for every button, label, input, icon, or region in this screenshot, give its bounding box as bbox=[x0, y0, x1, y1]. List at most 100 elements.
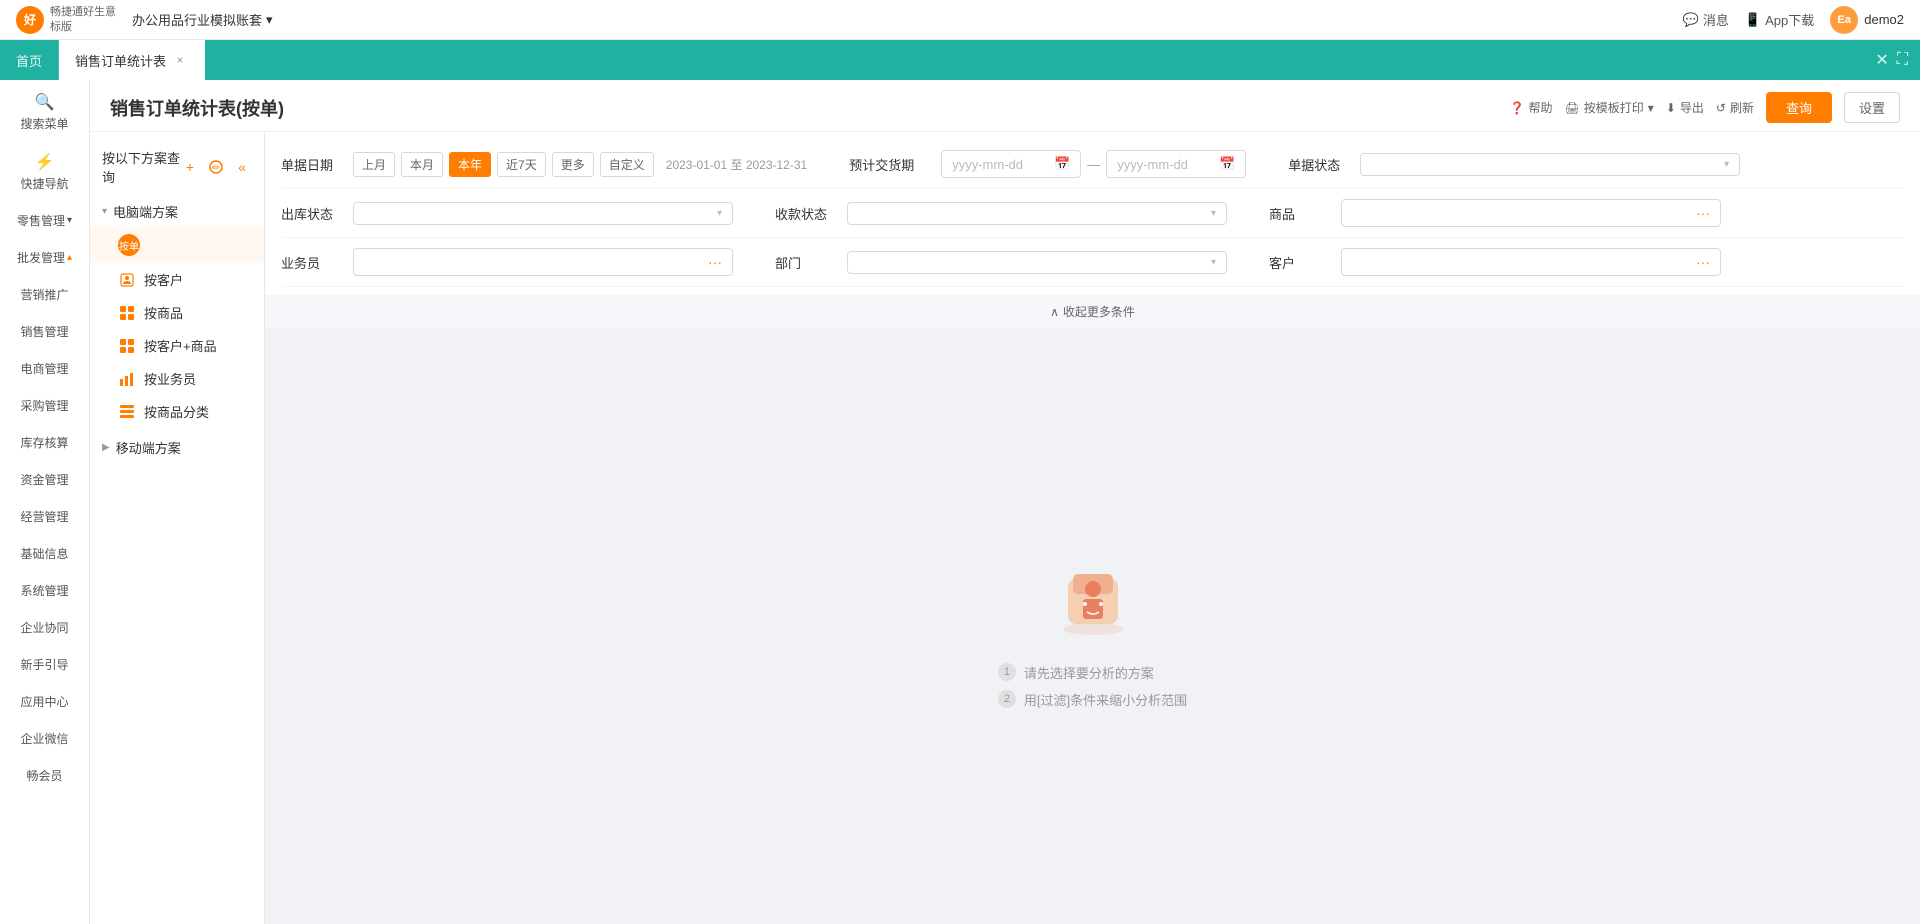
sidebar-item-finance[interactable]: 资金管理 bbox=[0, 459, 89, 496]
delivery-status-select[interactable]: ▾ bbox=[353, 202, 733, 225]
customer-more-icon[interactable]: ··· bbox=[1696, 254, 1710, 270]
date-separator: — bbox=[1087, 157, 1100, 172]
sidebar-item-purchase[interactable]: 采购管理 bbox=[0, 385, 89, 422]
sidebar-item-system[interactable]: 系统管理 bbox=[0, 570, 89, 607]
top-bar: 好 畅捷通好生意 标版 办公用品行业模拟账套 ▾ 💬 消息 📱 App下载 Ea… bbox=[0, 0, 1920, 40]
sidebar-item-appcenter[interactable]: 应用中心 bbox=[0, 681, 89, 718]
query-button[interactable]: 查询 bbox=[1766, 92, 1832, 123]
collapse-icon: ∧ bbox=[1050, 305, 1059, 319]
filter-section: 单据日期 上月 本月 本年 近7天 更多 自定义 2023-01-01 至 20… bbox=[265, 132, 1920, 295]
order-status-select[interactable]: ▾ bbox=[1360, 153, 1740, 176]
add-scheme-icon[interactable]: + bbox=[180, 157, 200, 177]
sidebar-item-operations[interactable]: 经营管理 bbox=[0, 496, 89, 533]
arrow-up-icon: ▴ bbox=[67, 252, 72, 263]
help-button[interactable]: ❓ 帮助 bbox=[1510, 99, 1553, 116]
desktop-schemes-group: ▾ 电脑端方案 按单 按客户 bbox=[90, 196, 264, 428]
sidebar-item-marketing[interactable]: 营销推广 bbox=[0, 274, 89, 311]
print-button[interactable]: 🖨 按模板打印 ▾ bbox=[1565, 99, 1654, 116]
date-btn-more[interactable]: 更多 bbox=[552, 152, 594, 177]
scheme-panel: 按以下方案查询 + ✏ « ▾ 电脑端方案 bbox=[90, 132, 265, 924]
message-button[interactable]: 💬 消息 bbox=[1683, 10, 1729, 29]
salesperson-select[interactable]: ··· bbox=[353, 248, 733, 276]
sidebar-item-newuser[interactable]: 新手引导 bbox=[0, 644, 89, 681]
edit-scheme-icon[interactable]: ✏ bbox=[206, 157, 226, 177]
date-btn-7days[interactable]: 近7天 bbox=[497, 152, 546, 177]
order-status-arrow-icon: ▾ bbox=[1724, 159, 1729, 170]
sidebar-item-ecommerce[interactable]: 电商管理 bbox=[0, 348, 89, 385]
filter-row-2: 出库状态 ▾ 收款状态 ▾ 商品 ··· bbox=[281, 189, 1904, 238]
refresh-button[interactable]: ↺ 刷新 bbox=[1716, 99, 1754, 116]
date-btn-last-month[interactable]: 上月 bbox=[353, 152, 395, 177]
collapse-bar[interactable]: ∧ 收起更多条件 bbox=[265, 295, 1920, 328]
desktop-group-title[interactable]: ▾ 电脑端方案 bbox=[90, 196, 264, 227]
export-icon: ⬇ bbox=[1666, 101, 1676, 115]
delivery-date-to[interactable]: yyyy-mm-dd 📅 bbox=[1106, 150, 1246, 178]
close-window-icon[interactable]: ✕ bbox=[1875, 50, 1888, 70]
tab-bar-right: ✕ ⛶ bbox=[1875, 50, 1920, 70]
sidebar-item-enterprise[interactable]: 企业协同 bbox=[0, 607, 89, 644]
print-icon: 🖨 bbox=[1565, 101, 1580, 115]
scheme-item-by-product[interactable]: 按商品 bbox=[90, 296, 264, 329]
scheme-item-by-customer-product[interactable]: 按客户+商品 bbox=[90, 329, 264, 362]
department-label: 部门 bbox=[775, 253, 835, 272]
export-button[interactable]: ⬇ 导出 bbox=[1666, 99, 1704, 116]
product-select[interactable]: ··· bbox=[1341, 199, 1721, 227]
setting-button[interactable]: 设置 bbox=[1844, 92, 1900, 123]
empty-state: 1 请先选择要分析的方案 2 用[过滤]条件来缩小分析范围 bbox=[265, 328, 1920, 924]
scheme-item-by-order[interactable]: 按单 bbox=[90, 227, 264, 263]
active-scheme-icon: 按单 bbox=[118, 234, 140, 256]
sidebar-item-search[interactable]: 🔍 搜索菜单 bbox=[0, 80, 89, 140]
svg-text:✏: ✏ bbox=[212, 163, 221, 174]
collapse-scheme-icon[interactable]: « bbox=[232, 157, 252, 177]
download-icon: 📱 bbox=[1745, 12, 1761, 28]
scheme-item-by-customer[interactable]: 按客户 bbox=[90, 263, 264, 296]
tab-sales-order-stats[interactable]: 销售订单统计表 × bbox=[59, 40, 205, 80]
calendar-icon-1: 📅 bbox=[1054, 156, 1070, 172]
product-scheme-icon bbox=[118, 304, 136, 322]
app-download-button[interactable]: 📱 App下载 bbox=[1745, 10, 1814, 29]
sidebar-item-basicinfo[interactable]: 基础信息 bbox=[0, 533, 89, 570]
salesperson-more-icon[interactable]: ··· bbox=[708, 254, 722, 270]
scheme-header: 按以下方案查询 + ✏ « bbox=[90, 142, 264, 192]
avatar: Ea bbox=[1830, 6, 1858, 34]
scheme-item-by-salesperson[interactable]: 按业务员 bbox=[90, 362, 264, 395]
sidebar-item-wholesale[interactable]: 批发管理 ▴ bbox=[0, 237, 89, 274]
product-more-icon[interactable]: ··· bbox=[1696, 205, 1710, 221]
customer-product-scheme-icon bbox=[118, 337, 136, 355]
date-btn-this-month[interactable]: 本月 bbox=[401, 152, 443, 177]
tab-home[interactable]: 首页 bbox=[0, 40, 59, 80]
empty-tips: 1 请先选择要分析的方案 2 用[过滤]条件来缩小分析范围 bbox=[998, 663, 1187, 709]
sidebar-item-quicknav[interactable]: ⚡ 快捷导航 bbox=[0, 140, 89, 200]
logo-icon: 好 bbox=[16, 6, 44, 34]
delivery-status-label: 出库状态 bbox=[281, 204, 341, 223]
filter-row-1: 单据日期 上月 本月 本年 近7天 更多 自定义 2023-01-01 至 20… bbox=[281, 140, 1904, 189]
sidebar-item-wechat[interactable]: 企业微信 bbox=[0, 718, 89, 755]
salesperson-scheme-icon bbox=[118, 370, 136, 388]
payment-status-label: 收款状态 bbox=[775, 204, 835, 223]
sidebar-item-member[interactable]: 畅会员 bbox=[0, 755, 89, 792]
app-selector[interactable]: 办公用品行业模拟账套 ▾ bbox=[124, 6, 281, 33]
payment-status-select[interactable]: ▾ bbox=[847, 202, 1227, 225]
department-select[interactable]: ▾ bbox=[847, 251, 1227, 274]
page-header: 销售订单统计表(按单) ❓ 帮助 🖨 按模板打印 ▾ ⬇ 导出 ↺ 刷新 bbox=[90, 80, 1920, 132]
delivery-status-arrow-icon: ▾ bbox=[717, 208, 722, 219]
empty-tip-2: 2 用[过滤]条件来缩小分析范围 bbox=[998, 690, 1187, 709]
date-btn-custom[interactable]: 自定义 bbox=[600, 152, 654, 177]
mobile-group-title[interactable]: ▶ 移动端方案 bbox=[90, 432, 264, 463]
quicknav-icon: ⚡ bbox=[6, 152, 83, 172]
order-status-label: 单据状态 bbox=[1288, 155, 1348, 174]
top-bar-left: 好 畅捷通好生意 标版 办公用品行业模拟账套 ▾ bbox=[16, 5, 281, 34]
scheme-item-by-category[interactable]: 按商品分类 bbox=[90, 395, 264, 428]
date-btn-this-year[interactable]: 本年 bbox=[449, 152, 491, 177]
main-layout: 🔍 搜索菜单 ⚡ 快捷导航 零售管理 ▾ 批发管理 ▴ 营销推广 销售管理 电商… bbox=[0, 80, 1920, 924]
tab-close-icon[interactable]: × bbox=[172, 52, 188, 68]
inner-layout: 按以下方案查询 + ✏ « ▾ 电脑端方案 bbox=[90, 132, 1920, 924]
sidebar-item-retail[interactable]: 零售管理 ▾ bbox=[0, 200, 89, 237]
user-area[interactable]: Ea demo2 bbox=[1830, 6, 1904, 34]
delivery-date-from[interactable]: yyyy-mm-dd 📅 bbox=[941, 150, 1081, 178]
expand-icon[interactable]: ⛶ bbox=[1897, 51, 1908, 69]
customer-select[interactable]: ··· bbox=[1341, 248, 1721, 276]
sidebar-item-inventory[interactable]: 库存核算 bbox=[0, 422, 89, 459]
sidebar-item-sales[interactable]: 销售管理 bbox=[0, 311, 89, 348]
refresh-icon: ↺ bbox=[1716, 101, 1726, 115]
